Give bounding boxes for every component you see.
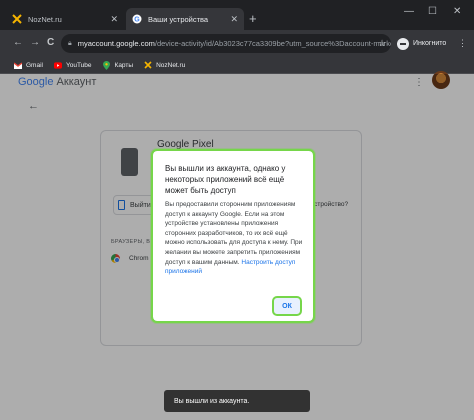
dialog-body: Вы предоставили сторонним приложениям до… (165, 200, 303, 277)
browser-toolbar: ← → C 🔒︎ myaccount.google.com /device-ac… (0, 30, 474, 57)
noznet-icon (144, 61, 152, 69)
ok-button[interactable]: ОК (272, 296, 302, 316)
bookmark-youtube[interactable]: YouTube (53, 61, 92, 69)
bookmark-gmail[interactable]: Gmail (14, 61, 43, 69)
browser-menu-icon[interactable]: ⋮ (458, 38, 467, 49)
forward-button[interactable]: → (30, 37, 40, 48)
svg-text:G: G (134, 17, 140, 24)
address-bar[interactable]: 🔒︎ myaccount.google.com /device-activity… (61, 34, 391, 53)
bookmark-noznet[interactable]: NozNet.ru (144, 61, 185, 69)
bookmark-star-icon[interactable]: ☆ (378, 38, 386, 49)
maximize-button[interactable]: ☐ (428, 6, 437, 17)
maps-icon (103, 60, 111, 70)
noznet-favicon-icon (12, 14, 22, 24)
incognito-icon (397, 37, 409, 50)
incognito-label: Инкогнито (413, 40, 447, 47)
bookmark-label: Карты (114, 61, 134, 69)
snackbar: Вы вышли из аккаунта. (164, 390, 310, 412)
bookmark-maps[interactable]: Карты (103, 60, 134, 70)
incognito-indicator[interactable]: Инкогнито (397, 35, 446, 52)
new-tab-button[interactable]: + (249, 12, 257, 25)
gmail-icon (14, 61, 22, 69)
tab-devices[interactable]: G Ваши устройства ✕ (126, 8, 244, 30)
bookmark-label: Gmail (26, 61, 43, 69)
google-favicon-icon: G (132, 14, 142, 24)
snackbar-text: Вы вышли из аккаунта. (174, 397, 250, 405)
lock-icon[interactable]: 🔒︎ (68, 40, 72, 48)
tab-close-icon[interactable]: ✕ (110, 14, 118, 25)
tab-noznet[interactable]: NozNet.ru ✕ (6, 8, 124, 30)
browser-window: NozNet.ru ✕ G Ваши устройства ✕ + — ☐ ✕ … (0, 0, 474, 420)
close-window-button[interactable]: ✕ (453, 6, 461, 17)
tab-strip: NozNet.ru ✕ G Ваши устройства ✕ + — ☐ ✕ (0, 0, 474, 30)
reload-button[interactable]: C (47, 37, 54, 48)
bookmarks-bar: Gmail YouTube Карты NozNet.ru (0, 57, 474, 74)
tab-title: NozNet.ru (28, 14, 62, 24)
bookmark-label: YouTube (65, 61, 92, 69)
tab-title: Ваши устройства (148, 14, 209, 24)
url-host: myaccount.google.com (77, 39, 155, 48)
back-button[interactable]: ← (13, 37, 23, 48)
tab-close-icon[interactable]: ✕ (230, 14, 238, 25)
dialog-title: Вы вышли из аккаунта, однако у некоторых… (165, 164, 286, 195)
signed-out-dialog: Вы вышли из аккаунта, однако у некоторых… (151, 149, 315, 323)
bookmark-label: NozNet.ru (156, 61, 186, 69)
youtube-icon (53, 61, 62, 69)
dialog-body-text: Вы предоставили сторонним приложениям до… (165, 201, 303, 266)
minimize-button[interactable]: — (404, 6, 414, 17)
url-path: /device-activity/id/Ab3023c77ca3309be?ut… (154, 39, 391, 48)
